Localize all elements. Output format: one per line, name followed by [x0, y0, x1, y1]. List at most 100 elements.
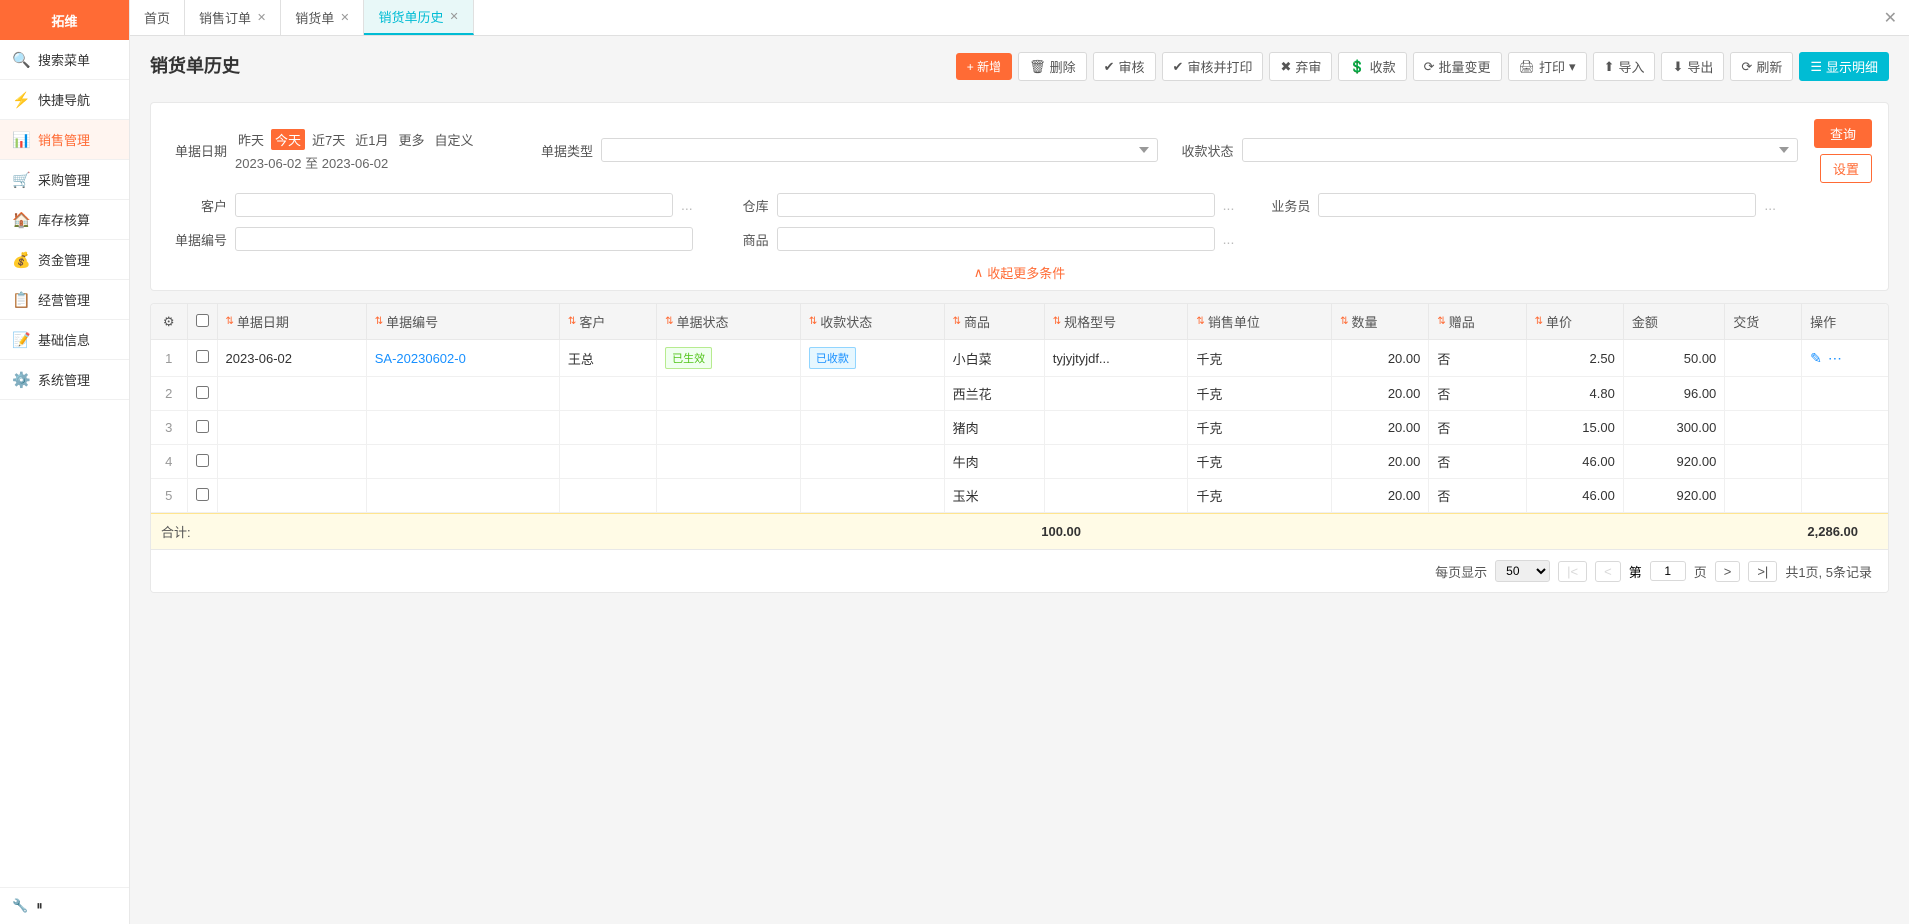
product-dots[interactable]: ... — [1223, 231, 1235, 247]
row-checkbox-cell[interactable] — [187, 411, 217, 445]
first-page-button[interactable]: |< — [1558, 561, 1587, 582]
th-gift[interactable]: ⇅ 赠品 — [1429, 304, 1526, 340]
edit-icon[interactable]: ✎ — [1810, 350, 1822, 367]
salesperson-dots[interactable]: ... — [1764, 197, 1776, 213]
sidebar-item-label: 库存核算 — [38, 210, 90, 229]
product-input[interactable] — [777, 227, 1215, 251]
row-checkbox-cell[interactable] — [187, 479, 217, 513]
abandon-button[interactable]: ✖ 弃审 — [1269, 52, 1332, 81]
export-button[interactable]: ⬇ 导出 — [1661, 52, 1724, 81]
date-tab-custom[interactable]: 自定义 — [432, 129, 477, 150]
finance-mgmt-icon: 💰 — [12, 251, 30, 269]
sidebar-settings-btn[interactable]: 🔧 ⏸ — [0, 888, 129, 924]
doc-no-input[interactable] — [235, 227, 693, 251]
salesperson-input[interactable] — [1318, 193, 1756, 217]
last-page-button[interactable]: >| — [1748, 561, 1777, 582]
doc-type-select[interactable] — [601, 138, 1158, 162]
per-page-select[interactable]: 50 10 20 100 — [1495, 560, 1550, 582]
tab-sales-delivery[interactable]: 销货单 ✕ — [281, 0, 364, 35]
sidebar-item-basic-info[interactable]: 📝 基础信息 — [0, 320, 129, 360]
quick-nav-icon: ⚡ — [12, 91, 30, 109]
row-checkbox[interactable] — [196, 386, 209, 399]
batch-change-button[interactable]: ⟳ 批量变更 — [1413, 52, 1502, 81]
row-checkbox[interactable] — [196, 454, 209, 467]
warehouse-input[interactable] — [777, 193, 1215, 217]
sidebar-item-sales-mgmt[interactable]: 📊 销售管理 — [0, 120, 129, 160]
row-action — [1802, 445, 1888, 479]
date-tab-1month[interactable]: 近1月 — [352, 129, 391, 150]
customer-input[interactable] — [235, 193, 673, 217]
select-all-checkbox[interactable] — [196, 314, 209, 327]
row-unit-price: 46.00 — [1526, 445, 1623, 479]
row-action — [1802, 411, 1888, 445]
next-page-button[interactable]: > — [1715, 561, 1741, 582]
print-button[interactable]: 🖨 打印 ▾ — [1508, 52, 1587, 81]
date-tab-today[interactable]: 今天 — [271, 129, 305, 150]
th-qty[interactable]: ⇅ 数量 — [1332, 304, 1429, 340]
collapse-row[interactable]: ∧ 收起更多条件 — [167, 261, 1872, 282]
th-checkbox[interactable] — [187, 304, 217, 340]
sort-icon: ⇅ — [1053, 316, 1061, 327]
th-doc-no[interactable]: ⇅ 单据编号 — [366, 304, 559, 340]
row-checkbox[interactable] — [196, 488, 209, 501]
sort-icon: ⇅ — [953, 316, 961, 327]
th-customer[interactable]: ⇅ 客户 — [559, 304, 656, 340]
collection-status-select[interactable] — [1242, 138, 1799, 162]
doc-type-label: 单据类型 — [533, 141, 593, 160]
sidebar-item-finance-mgmt[interactable]: 💰 资金管理 — [0, 240, 129, 280]
row-checkbox-cell[interactable] — [187, 340, 217, 377]
page-input[interactable] — [1650, 561, 1686, 581]
close-sales-delivery-icon[interactable]: ✕ — [340, 11, 349, 24]
sidebar-item-quick-nav[interactable]: ⚡ 快捷导航 — [0, 80, 129, 120]
row-gift: 否 — [1429, 340, 1526, 377]
tab-sales-history[interactable]: 销货单历史 ✕ — [364, 0, 473, 35]
date-tab-more[interactable]: 更多 — [396, 129, 428, 150]
query-button[interactable]: 查询 — [1814, 119, 1872, 148]
refresh-button[interactable]: ⟳ 刷新 — [1730, 52, 1793, 81]
th-collection-status[interactable]: ⇅ 收款状态 — [800, 304, 944, 340]
row-checkbox-cell[interactable] — [187, 445, 217, 479]
th-doc-status[interactable]: ⇅ 单据状态 — [657, 304, 801, 340]
new-button[interactable]: + 新增 — [956, 53, 1012, 80]
date-filter: 昨天 今天 近7天 近1月 更多 自定义 2023-06-02 至 2023-0… — [235, 129, 477, 172]
audit-button[interactable]: ✔ 审核 — [1093, 52, 1156, 81]
row-checkbox[interactable] — [196, 420, 209, 433]
date-tab-7days[interactable]: 近7天 — [309, 129, 348, 150]
sidebar-item-inventory[interactable]: 🏠 库存核算 — [0, 200, 129, 240]
more-icon[interactable]: ⋯ — [1828, 350, 1842, 367]
close-sales-history-icon[interactable]: ✕ — [450, 10, 459, 23]
import-button[interactable]: ⬆ 导入 — [1593, 52, 1656, 81]
warehouse-dots[interactable]: ... — [1223, 197, 1235, 213]
tab-sales-order[interactable]: 销售订单 ✕ — [185, 0, 281, 35]
customer-label: 客户 — [167, 196, 227, 215]
row-checkbox[interactable] — [196, 350, 209, 363]
setting-button[interactable]: 设置 — [1820, 154, 1872, 183]
th-gear[interactable]: ⚙ — [151, 304, 187, 340]
audit-print-button[interactable]: ✔ 审核并打印 — [1162, 52, 1264, 81]
footer-total-row: 合计: 100.00 2,286.00 — [151, 513, 1888, 549]
th-sales-unit[interactable]: ⇅ 销售单位 — [1188, 304, 1332, 340]
prev-page-button[interactable]: < — [1595, 561, 1621, 582]
row-amount: 920.00 — [1623, 445, 1724, 479]
page-label-after: 页 — [1694, 562, 1707, 581]
sidebar-item-operation-mgmt[interactable]: 📋 经营管理 — [0, 280, 129, 320]
close-all-tabs-button[interactable]: ✕ — [1872, 8, 1909, 28]
tab-home[interactable]: 首页 — [130, 0, 185, 35]
collect-button[interactable]: 💲 收款 — [1338, 52, 1406, 81]
th-doc-date[interactable]: ⇅ 单据日期 — [217, 304, 366, 340]
audit-print-icon: ✔ — [1173, 59, 1184, 75]
th-product[interactable]: ⇅ 商品 — [944, 304, 1044, 340]
sort-icon: ⇅ — [1437, 316, 1445, 327]
sidebar-item-search-menu[interactable]: 🔍 搜索菜单 — [0, 40, 129, 80]
customer-dots[interactable]: ... — [681, 197, 693, 213]
sidebar-item-system-mgmt[interactable]: ⚙️ 系统管理 — [0, 360, 129, 400]
show-detail-button[interactable]: ☰ 显示明细 — [1799, 52, 1889, 81]
date-tab-yesterday[interactable]: 昨天 — [235, 129, 267, 150]
customer-filter-item: 客户 ... — [167, 193, 693, 217]
sidebar-item-purchase-mgmt[interactable]: 🛒 采购管理 — [0, 160, 129, 200]
th-unit-price[interactable]: ⇅ 单价 — [1526, 304, 1623, 340]
close-sales-order-icon[interactable]: ✕ — [257, 11, 266, 24]
row-checkbox-cell[interactable] — [187, 377, 217, 411]
th-spec-model[interactable]: ⇅ 规格型号 — [1044, 304, 1188, 340]
delete-button[interactable]: 🗑 删除 — [1018, 52, 1087, 81]
